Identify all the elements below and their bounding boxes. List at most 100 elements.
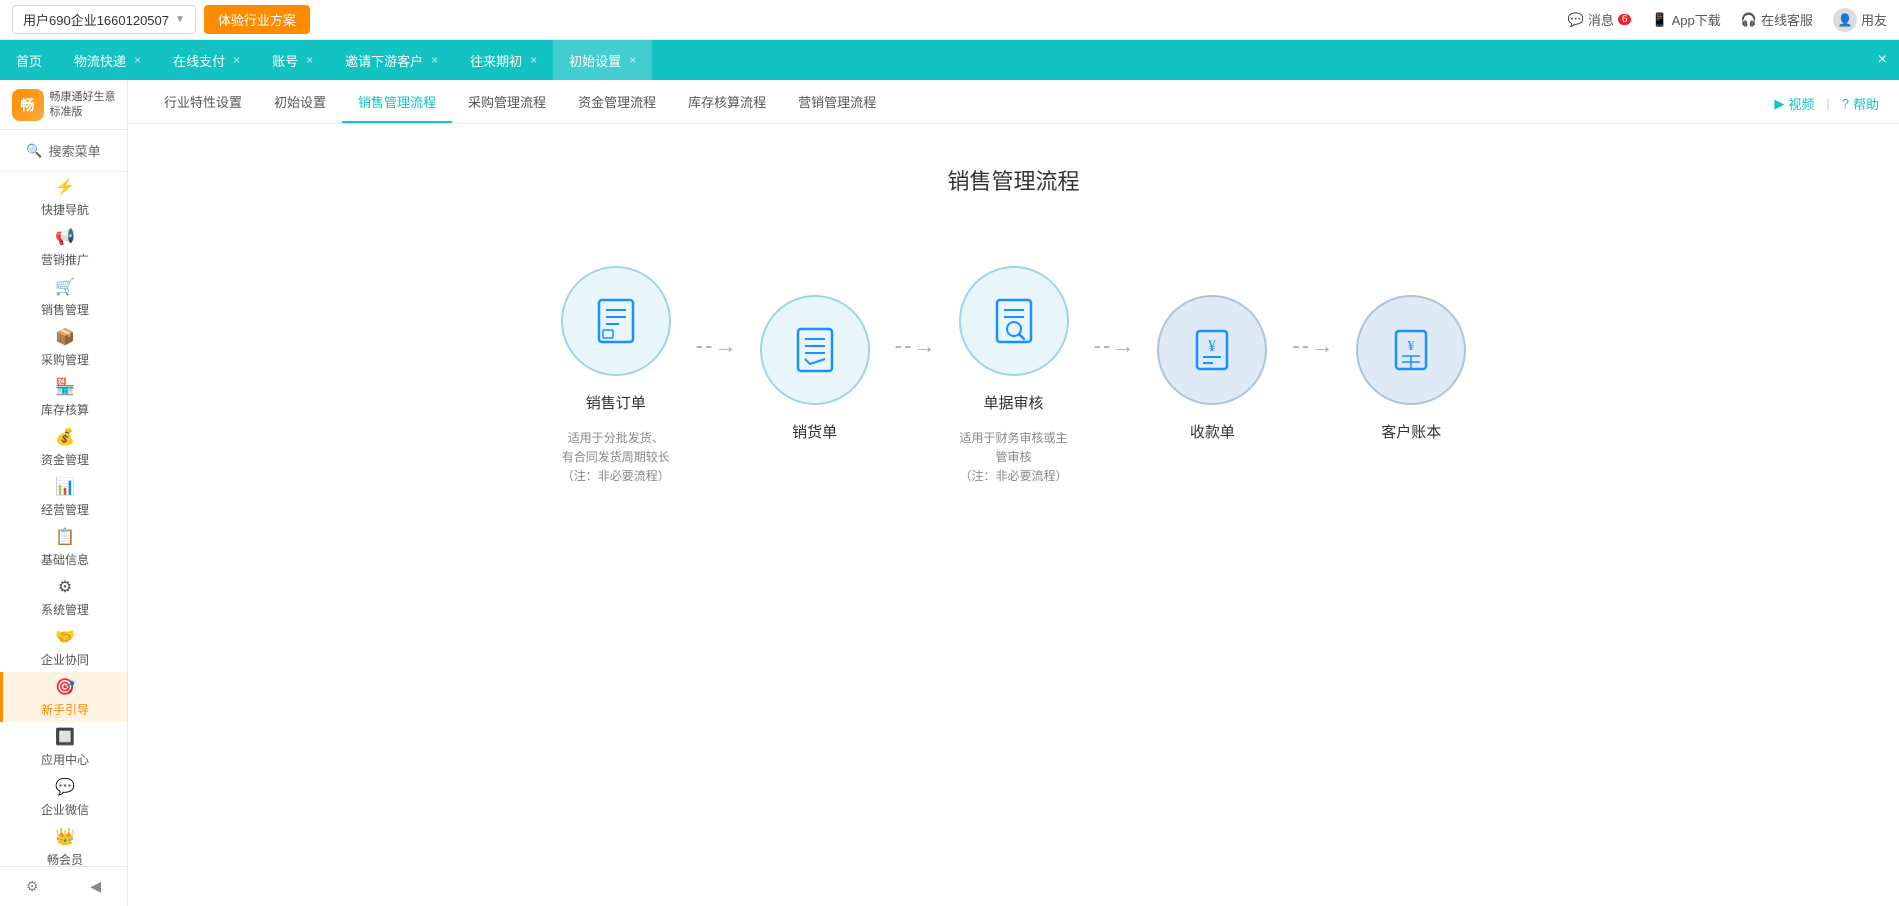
flow-circle-review	[959, 266, 1069, 376]
sidebar-item-sales-mgmt[interactable]: 🛒 销售管理	[0, 272, 127, 322]
basic-info-icon: 📋	[55, 527, 75, 547]
sidebar-item-label: 销售管理	[41, 301, 89, 318]
sys-mgmt-icon: ⚙	[58, 577, 72, 597]
sub-tab-purchase-flow[interactable]: 采购管理流程	[452, 82, 562, 123]
flow-step-review[interactable]: 单据审核 适用于财务审核或主管审核（注：非必要流程）	[924, 266, 1104, 487]
video-icon: ▶	[1774, 96, 1784, 112]
sub-tab-sales-flow-label: 销售管理流程	[358, 95, 436, 110]
message-label: 消息	[1588, 10, 1614, 29]
sidebar-item-label: 营销推广	[41, 251, 89, 268]
app-download-item[interactable]: 📱 App下载	[1651, 10, 1720, 29]
review-icon	[987, 294, 1041, 348]
app-label: App下载	[1672, 10, 1721, 29]
tab-payment-label: 在线支付	[173, 51, 225, 70]
sidebar-item-marketing-promo[interactable]: 📢 营销推广	[0, 222, 127, 272]
tab-invite-close[interactable]: ×	[431, 53, 438, 67]
message-icon: 💬	[1568, 12, 1584, 28]
tab-home-label: 首页	[16, 51, 42, 70]
sub-tab-initial-label: 初始设置	[274, 95, 326, 110]
quick-nav-icon: ⚡	[55, 177, 75, 197]
sidebar-item-corp-collab[interactable]: 🤝 企业协同	[0, 622, 127, 672]
sidebar-item-inventory[interactable]: 🏪 库存核算	[0, 372, 127, 422]
flow-step-receipt[interactable]: ¥ 收款单	[1122, 295, 1302, 458]
sidebar-item-ops-mgmt[interactable]: 📊 经营管理	[0, 472, 127, 522]
nav-close-all-icon[interactable]: ×	[1878, 51, 1887, 69]
collapse-icon[interactable]: ◀	[90, 878, 101, 895]
tab-invite-label: 邀请下游客户	[345, 51, 423, 70]
flow-step-sales-order-desc: 适用于分批发货、有合同发货周期较长（注：非必要流程）	[562, 429, 670, 487]
layout: 畅 畅康通好生意 标准版 🔍 搜索菜单 ⚡ 快捷导航 📢 营销推广 🛒 销售管理	[0, 80, 1899, 906]
flow-step-ledger[interactable]: ¥ 客户账本	[1321, 295, 1501, 458]
sub-tab-marketing-flow-label: 营销管理流程	[798, 95, 876, 110]
flow-step-sales-order[interactable]: 销售订单 适用于分批发货、有合同发货周期较长（注：非必要流程）	[526, 266, 706, 487]
flow-diagram: 销售订单 适用于分批发货、有合同发货周期较长（注：非必要流程） - - →	[158, 246, 1869, 507]
top-bar-right: 💬 消息 6 📱 App下载 🎧 在线客服 👤 用友	[1568, 8, 1887, 32]
top-bar: 用户690企业1660120507 ▼ 体验行业方案 💬 消息 6 📱 App下…	[0, 0, 1899, 40]
tab-home[interactable]: 首页	[0, 40, 58, 80]
sub-tab-industry-label: 行业特性设置	[164, 95, 242, 110]
sub-tab-marketing-flow[interactable]: 营销管理流程	[782, 82, 892, 123]
tab-logistics-label: 物流快递	[74, 51, 126, 70]
tab-logistics[interactable]: 物流快递 ×	[58, 40, 157, 80]
main-content: 行业特性设置 初始设置 销售管理流程 采购管理流程 资金管理流程 库存核算流程 …	[128, 80, 1899, 906]
sidebar-bottom: ⚙ ◀	[0, 866, 127, 906]
sidebar-item-label: 基础信息	[41, 551, 89, 568]
sidebar-item-purchase-mgmt[interactable]: 📦 采购管理	[0, 322, 127, 372]
nav-tabs: 首页 物流快递 × 在线支付 × 账号 × 邀请下游客户 × 往来期初 × 初始…	[0, 40, 1899, 80]
sidebar-item-new-guide[interactable]: 🎯 新手引导	[0, 672, 127, 722]
settings-bottom-icon[interactable]: ⚙	[26, 878, 39, 895]
sidebar-item-label: 采购管理	[41, 351, 89, 368]
sidebar-item-corp-wechat[interactable]: 💬 企业微信	[0, 772, 127, 822]
service-item[interactable]: 🎧 在线客服	[1741, 10, 1813, 29]
sidebar-item-vip[interactable]: 👑 畅会员	[0, 822, 127, 866]
video-label: 视频	[1788, 94, 1814, 113]
inventory-icon: 🏪	[55, 377, 75, 397]
tab-setup[interactable]: 初始设置 ×	[553, 40, 652, 80]
flow-step-sales-order-name: 销售订单	[586, 392, 646, 413]
tab-account[interactable]: 账号 ×	[256, 40, 329, 80]
sub-tabs: 行业特性设置 初始设置 销售管理流程 采购管理流程 资金管理流程 库存核算流程 …	[128, 80, 1899, 124]
user-menu-item[interactable]: 👤 用友	[1833, 8, 1887, 32]
page-body: 销售管理流程 销售订单 适用于分批发货、有合同	[128, 124, 1899, 906]
svg-text:¥: ¥	[1408, 339, 1415, 354]
search-icon: 🔍	[26, 143, 42, 159]
delivery-icon	[788, 323, 842, 377]
tab-setup-label: 初始设置	[569, 51, 621, 70]
flow-step-delivery[interactable]: 销货单	[725, 295, 905, 458]
flow-step-review-name: 单据审核	[983, 392, 1043, 413]
trial-button[interactable]: 体验行业方案	[204, 5, 310, 34]
sub-tab-sales-flow[interactable]: 销售管理流程	[342, 82, 452, 123]
sidebar-item-basic-info[interactable]: 📋 基础信息	[0, 522, 127, 572]
sub-tab-inventory-calc[interactable]: 库存核算流程	[672, 82, 782, 123]
tab-invite[interactable]: 邀请下游客户 ×	[329, 40, 454, 80]
logo-text: 畅康通好生意 标准版	[50, 90, 116, 119]
sub-tab-industry[interactable]: 行业特性设置	[148, 82, 258, 123]
help-link[interactable]: ? 帮助	[1842, 94, 1879, 113]
tab-period[interactable]: 往来期初 ×	[454, 40, 553, 80]
sidebar-item-label: 应用中心	[41, 751, 89, 768]
help-label: 帮助	[1853, 94, 1879, 113]
sub-tab-finance-flow[interactable]: 资金管理流程	[562, 82, 672, 123]
sidebar-item-sys-mgmt[interactable]: ⚙ 系统管理	[0, 572, 127, 622]
ledger-icon: ¥	[1384, 323, 1438, 377]
tab-setup-close[interactable]: ×	[629, 53, 636, 67]
user-selector[interactable]: 用户690企业1660120507 ▼	[12, 5, 196, 34]
sidebar-item-label: 库存核算	[41, 401, 89, 418]
sub-tab-initial[interactable]: 初始设置	[258, 82, 342, 123]
tab-payment-close[interactable]: ×	[233, 53, 240, 67]
video-link[interactable]: ▶ 视频	[1774, 94, 1814, 113]
tab-account-close[interactable]: ×	[306, 53, 313, 67]
tab-period-close[interactable]: ×	[530, 53, 537, 67]
sidebar-search[interactable]: 🔍 搜索菜单	[0, 130, 127, 172]
tab-payment[interactable]: 在线支付 ×	[157, 40, 256, 80]
message-item[interactable]: 💬 消息 6	[1568, 10, 1632, 29]
tab-logistics-close[interactable]: ×	[134, 53, 141, 67]
sidebar-item-app-center[interactable]: 🔲 应用中心	[0, 722, 127, 772]
sidebar-item-quick-nav[interactable]: ⚡ 快捷导航	[0, 172, 127, 222]
sidebar-logo: 畅 畅康通好生意 标准版	[0, 80, 127, 130]
svg-text:¥: ¥	[1208, 338, 1216, 355]
flow-circle-receipt: ¥	[1157, 295, 1267, 405]
new-guide-icon: 🎯	[55, 677, 75, 697]
sidebar-item-finance-mgmt[interactable]: 💰 资金管理	[0, 422, 127, 472]
app-center-icon: 🔲	[55, 727, 75, 747]
